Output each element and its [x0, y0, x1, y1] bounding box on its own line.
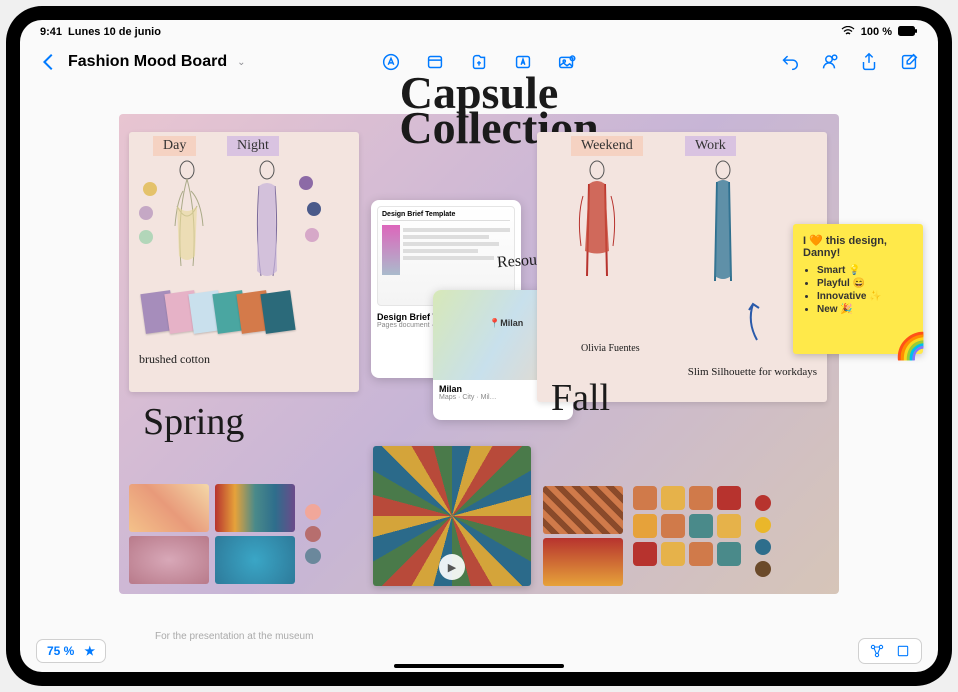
sticky-list: Smart 💡 Playful 😄 Innovative ✨ New 🎉 [803, 265, 913, 315]
zoom-value: 75 % [47, 644, 74, 658]
figure-work [693, 156, 753, 296]
figure-day [157, 156, 217, 296]
zoom-control[interactable]: 75 % ★ [36, 639, 106, 663]
palette-image [129, 484, 209, 532]
fall-label: Fall [551, 376, 610, 458]
statusbar: 9:41 Lunes 10 de junio 100 % [20, 20, 938, 40]
palette-image [543, 538, 623, 586]
back-button[interactable] [38, 51, 60, 73]
insert-media-button[interactable] [556, 51, 578, 73]
arrow-annotation [737, 302, 767, 342]
new-board-button[interactable] [898, 51, 920, 73]
fabric-swatches [149, 292, 309, 352]
canvas[interactable]: CapsuleCollection Day Night [20, 84, 938, 632]
status-time: 9:41 [40, 26, 62, 38]
favorites-icon[interactable]: ★ [84, 644, 95, 658]
sticky-heading: I 🧡 this design, Danny! [803, 234, 913, 259]
spring-panel[interactable]: Day Night [129, 132, 359, 392]
brushed-cotton-label: brushed cotton [139, 352, 210, 367]
author-signature: Olivia Fuentes [581, 343, 640, 354]
tag-night: Night [227, 136, 279, 156]
color-dot [299, 176, 313, 190]
tag-weekend: Weekend [571, 136, 643, 156]
home-indicator[interactable] [394, 664, 564, 668]
color-dot [307, 202, 321, 216]
spring-palette-group[interactable] [129, 484, 325, 584]
markup-tool-button[interactable] [380, 51, 402, 73]
palette-grid [633, 486, 741, 586]
bottombar: 75 % ★ [36, 638, 922, 664]
wifi-icon [841, 26, 855, 39]
map-pin: 📍Milan [489, 318, 523, 329]
board-title[interactable]: Fashion Mood Board [68, 53, 227, 71]
palette-image [129, 536, 209, 584]
rainbow-icon: 🌈 [895, 331, 927, 362]
screen: 9:41 Lunes 10 de junio 100 % Fashion Moo… [20, 20, 938, 672]
share-button[interactable] [858, 51, 880, 73]
status-battery: 100 % [861, 26, 892, 38]
fit-view-button[interactable] [895, 643, 911, 659]
figure-night [237, 156, 297, 296]
tag-work: Work [685, 136, 736, 156]
palette-image [215, 484, 295, 532]
figure-weekend [567, 156, 627, 296]
collaborate-button[interactable] [818, 51, 840, 73]
color-dot [139, 206, 153, 220]
battery-icon [898, 26, 918, 39]
color-dot [305, 228, 319, 242]
ipad-frame: 9:41 Lunes 10 de junio 100 % Fashion Moo… [6, 6, 952, 686]
palette-dots [301, 484, 325, 584]
sticky-note[interactable]: I 🧡 this design, Danny! Smart 💡 Playful … [793, 224, 923, 354]
play-icon[interactable]: ▶ [439, 554, 465, 580]
palette-image [215, 536, 295, 584]
silhouette-note: Slim Silhouette for workdays [688, 366, 817, 378]
undo-button[interactable] [778, 51, 800, 73]
graph-view-button[interactable] [869, 643, 885, 659]
chevron-down-icon[interactable]: ⌄ [237, 57, 245, 68]
fall-panel[interactable]: Weekend Work Olivia Fuentes Slim Silhoue… [537, 132, 827, 402]
mood-board[interactable]: CapsuleCollection Day Night [119, 114, 839, 594]
palette-image [543, 486, 623, 534]
tag-day: Day [153, 136, 196, 156]
video-tile[interactable]: ▶ [373, 446, 531, 586]
color-dot [139, 230, 153, 244]
color-dot [143, 182, 157, 196]
palette-dots [751, 486, 775, 586]
fall-palette-group[interactable] [543, 486, 775, 586]
status-date: Lunes 10 de junio [68, 26, 161, 38]
